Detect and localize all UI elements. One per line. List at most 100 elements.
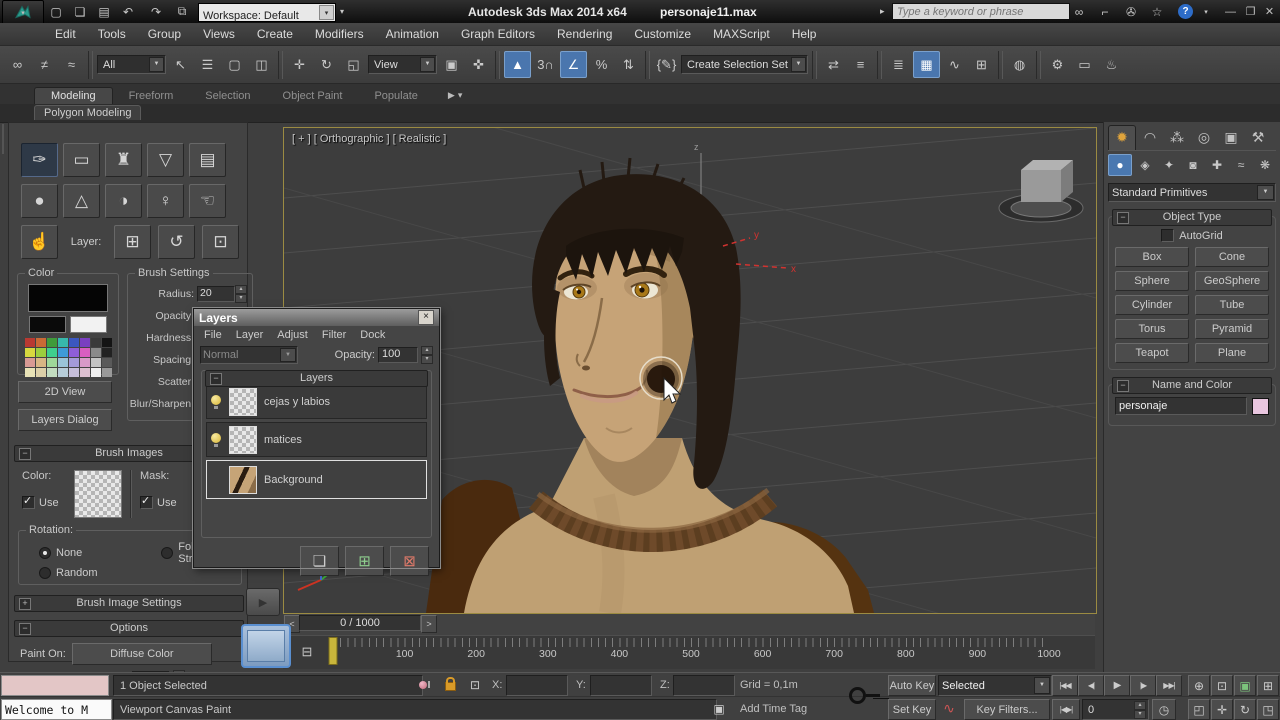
menu-item[interactable]: Modifiers — [304, 27, 375, 41]
add-time-tag[interactable]: Add Time Tag — [740, 699, 832, 718]
x-coord-field[interactable] — [506, 675, 568, 696]
palette-swatch[interactable] — [46, 358, 57, 367]
open-file-icon[interactable]: ❏ — [70, 0, 90, 23]
layer-save-icon[interactable]: ⊡ — [202, 225, 239, 259]
options-header[interactable]: − Options — [14, 620, 244, 637]
menu-item[interactable]: Create — [246, 27, 304, 41]
layers-dialog-menu-item[interactable]: File — [198, 329, 228, 341]
previous-frame-button[interactable]: ◀| — [1078, 675, 1104, 696]
tab-motion[interactable]: ◎ — [1191, 125, 1217, 149]
material-editor-icon[interactable]: ◍ — [1007, 52, 1032, 77]
next-frame-button[interactable]: |▶ — [1130, 675, 1156, 696]
palette-swatch[interactable] — [79, 338, 90, 347]
blend-mode-dropdown[interactable]: Normal ▼ — [200, 346, 298, 364]
mirror-icon[interactable]: ⇄ — [821, 52, 846, 77]
background-color-swatch[interactable] — [70, 316, 107, 333]
separator[interactable] — [278, 50, 283, 79]
lock-icon[interactable] — [440, 675, 460, 694]
set-key-button[interactable]: Set Key — [888, 699, 936, 720]
subscription-key-icon[interactable]: ⌐ — [1094, 0, 1116, 23]
delete-layer-button[interactable]: ⊠ — [390, 546, 429, 576]
sharpen-tool[interactable]: △ — [63, 184, 100, 218]
palette-swatch[interactable] — [68, 358, 79, 367]
absolute-offset-toggle-icon[interactable]: ⊡ — [464, 675, 486, 694]
region-zoom-icon[interactable]: ◰ — [1188, 699, 1210, 720]
layer-new-icon[interactable]: ⊞ — [114, 225, 151, 259]
isolate-selection-icon[interactable]: ▣ — [708, 699, 730, 718]
object-type-button[interactable]: Torus — [1115, 319, 1189, 339]
layers-dialog-menu-item[interactable]: Adjust — [271, 329, 314, 341]
layer-row[interactable]: matices — [206, 422, 427, 457]
zoom-extents-icon[interactable]: ▣ — [1234, 675, 1256, 696]
palette-swatch[interactable] — [101, 348, 112, 357]
key-mode-toggle[interactable]: |◀▶| — [1052, 699, 1080, 720]
palette-swatch[interactable] — [90, 348, 101, 357]
smudge-tool[interactable]: ☜ — [189, 184, 226, 218]
palette-swatch[interactable] — [68, 348, 79, 357]
track-bar-mode-icon[interactable]: ⊟ — [296, 641, 318, 663]
unlink-selection-icon[interactable]: ≠ — [32, 52, 57, 77]
align-icon[interactable]: ≡ — [848, 52, 873, 77]
separator[interactable] — [645, 50, 650, 79]
keyboard-override-icon[interactable]: ▲ — [504, 51, 531, 78]
window-crossing-icon[interactable]: ◫ — [249, 52, 274, 77]
toolbar-flyout-icon[interactable]: ▾ — [332, 0, 352, 23]
palette-swatch[interactable] — [57, 338, 68, 347]
play-button[interactable]: ▶ — [1104, 675, 1130, 696]
layer-visibility-bulb-icon[interactable] — [211, 432, 222, 447]
edit-named-selections-icon[interactable]: {✎} — [654, 52, 679, 77]
palette-swatch[interactable] — [79, 368, 90, 377]
gradient-tool[interactable]: ▤ — [189, 143, 226, 177]
new-key-filter-icon[interactable]: ∿ — [938, 699, 960, 718]
communication-center-icon[interactable]: ✇ — [1120, 0, 1142, 23]
menu-item[interactable]: MAXScript — [702, 27, 781, 41]
graphite-toggle-icon[interactable]: ▦ — [913, 51, 940, 78]
next-frame-arrow[interactable]: > — [421, 615, 437, 633]
spinner[interactable]: ▴▾ — [235, 284, 247, 303]
restore-button[interactable]: ❐ — [1242, 0, 1259, 23]
object-type-button[interactable]: Cone — [1195, 247, 1269, 267]
ribbon-display-toggle[interactable]: ▶ ▾ — [448, 90, 462, 104]
blur-tool[interactable]: ● — [21, 184, 58, 218]
palette-swatch[interactable] — [46, 348, 57, 357]
workspace-dropdown[interactable]: Workspace: Default ▾ — [198, 3, 336, 22]
menu-item[interactable]: Animation — [375, 27, 450, 41]
ribbon-tab[interactable]: Object Paint — [267, 88, 359, 104]
panel-scroll-arrow-button[interactable]: ▶ — [246, 588, 280, 616]
rendered-frame-icon[interactable]: ▭ — [1072, 52, 1097, 77]
brush-setting-field[interactable]: 20 — [197, 285, 235, 302]
orbit-icon[interactable]: ↻ — [1234, 699, 1256, 720]
select-and-rotate-icon[interactable]: ↻ — [314, 52, 339, 77]
close-icon[interactable]: × — [418, 310, 434, 325]
key-filters-button[interactable]: Key Filters... — [964, 699, 1050, 720]
object-type-button[interactable]: GeoSphere — [1195, 271, 1269, 291]
palette-swatch[interactable] — [90, 368, 101, 377]
palette-swatch[interactable] — [68, 338, 79, 347]
help-icon[interactable]: ? — [1178, 4, 1193, 19]
redo-icon[interactable]: ↷ — [146, 0, 166, 23]
tab-utilities[interactable]: ⚒ — [1245, 125, 1271, 149]
object-type-button[interactable]: Cylinder — [1115, 295, 1189, 315]
separator[interactable] — [877, 50, 882, 79]
layers-dialog-button[interactable]: Layers Dialog — [18, 409, 112, 431]
object-type-button[interactable]: Teapot — [1115, 343, 1189, 363]
palette-swatch[interactable] — [101, 358, 112, 367]
angle-snap-icon[interactable]: ∠ — [560, 51, 587, 78]
use-color-checkbox[interactable] — [22, 494, 35, 509]
palette-swatch[interactable] — [90, 358, 101, 367]
category-cameras[interactable]: ◙ — [1182, 155, 1204, 175]
object-type-button[interactable]: Box — [1115, 247, 1189, 267]
layers-dialog-menu-item[interactable]: Dock — [354, 329, 391, 341]
render-setup-icon[interactable]: ⚙ — [1045, 52, 1070, 77]
search-binoculars-icon[interactable]: ∞ — [1068, 0, 1090, 23]
schematic-view-icon[interactable]: ⊞ — [969, 52, 994, 77]
menu-item[interactable]: Help — [781, 27, 828, 41]
layer-visibility-bulb-icon[interactable] — [211, 394, 222, 409]
selection-lock-pin-icon[interactable] — [414, 675, 434, 694]
select-object-icon[interactable]: ↖ — [168, 52, 193, 77]
go-to-start-button[interactable]: |◀◀ — [1052, 675, 1078, 696]
y-coord-field[interactable] — [590, 675, 652, 696]
category-lights[interactable]: ✦ — [1158, 155, 1180, 175]
snap-toggle-3d-icon[interactable]: 3∩ — [533, 52, 558, 77]
infocenter-flyout-icon[interactable]: ▸ — [880, 0, 885, 23]
